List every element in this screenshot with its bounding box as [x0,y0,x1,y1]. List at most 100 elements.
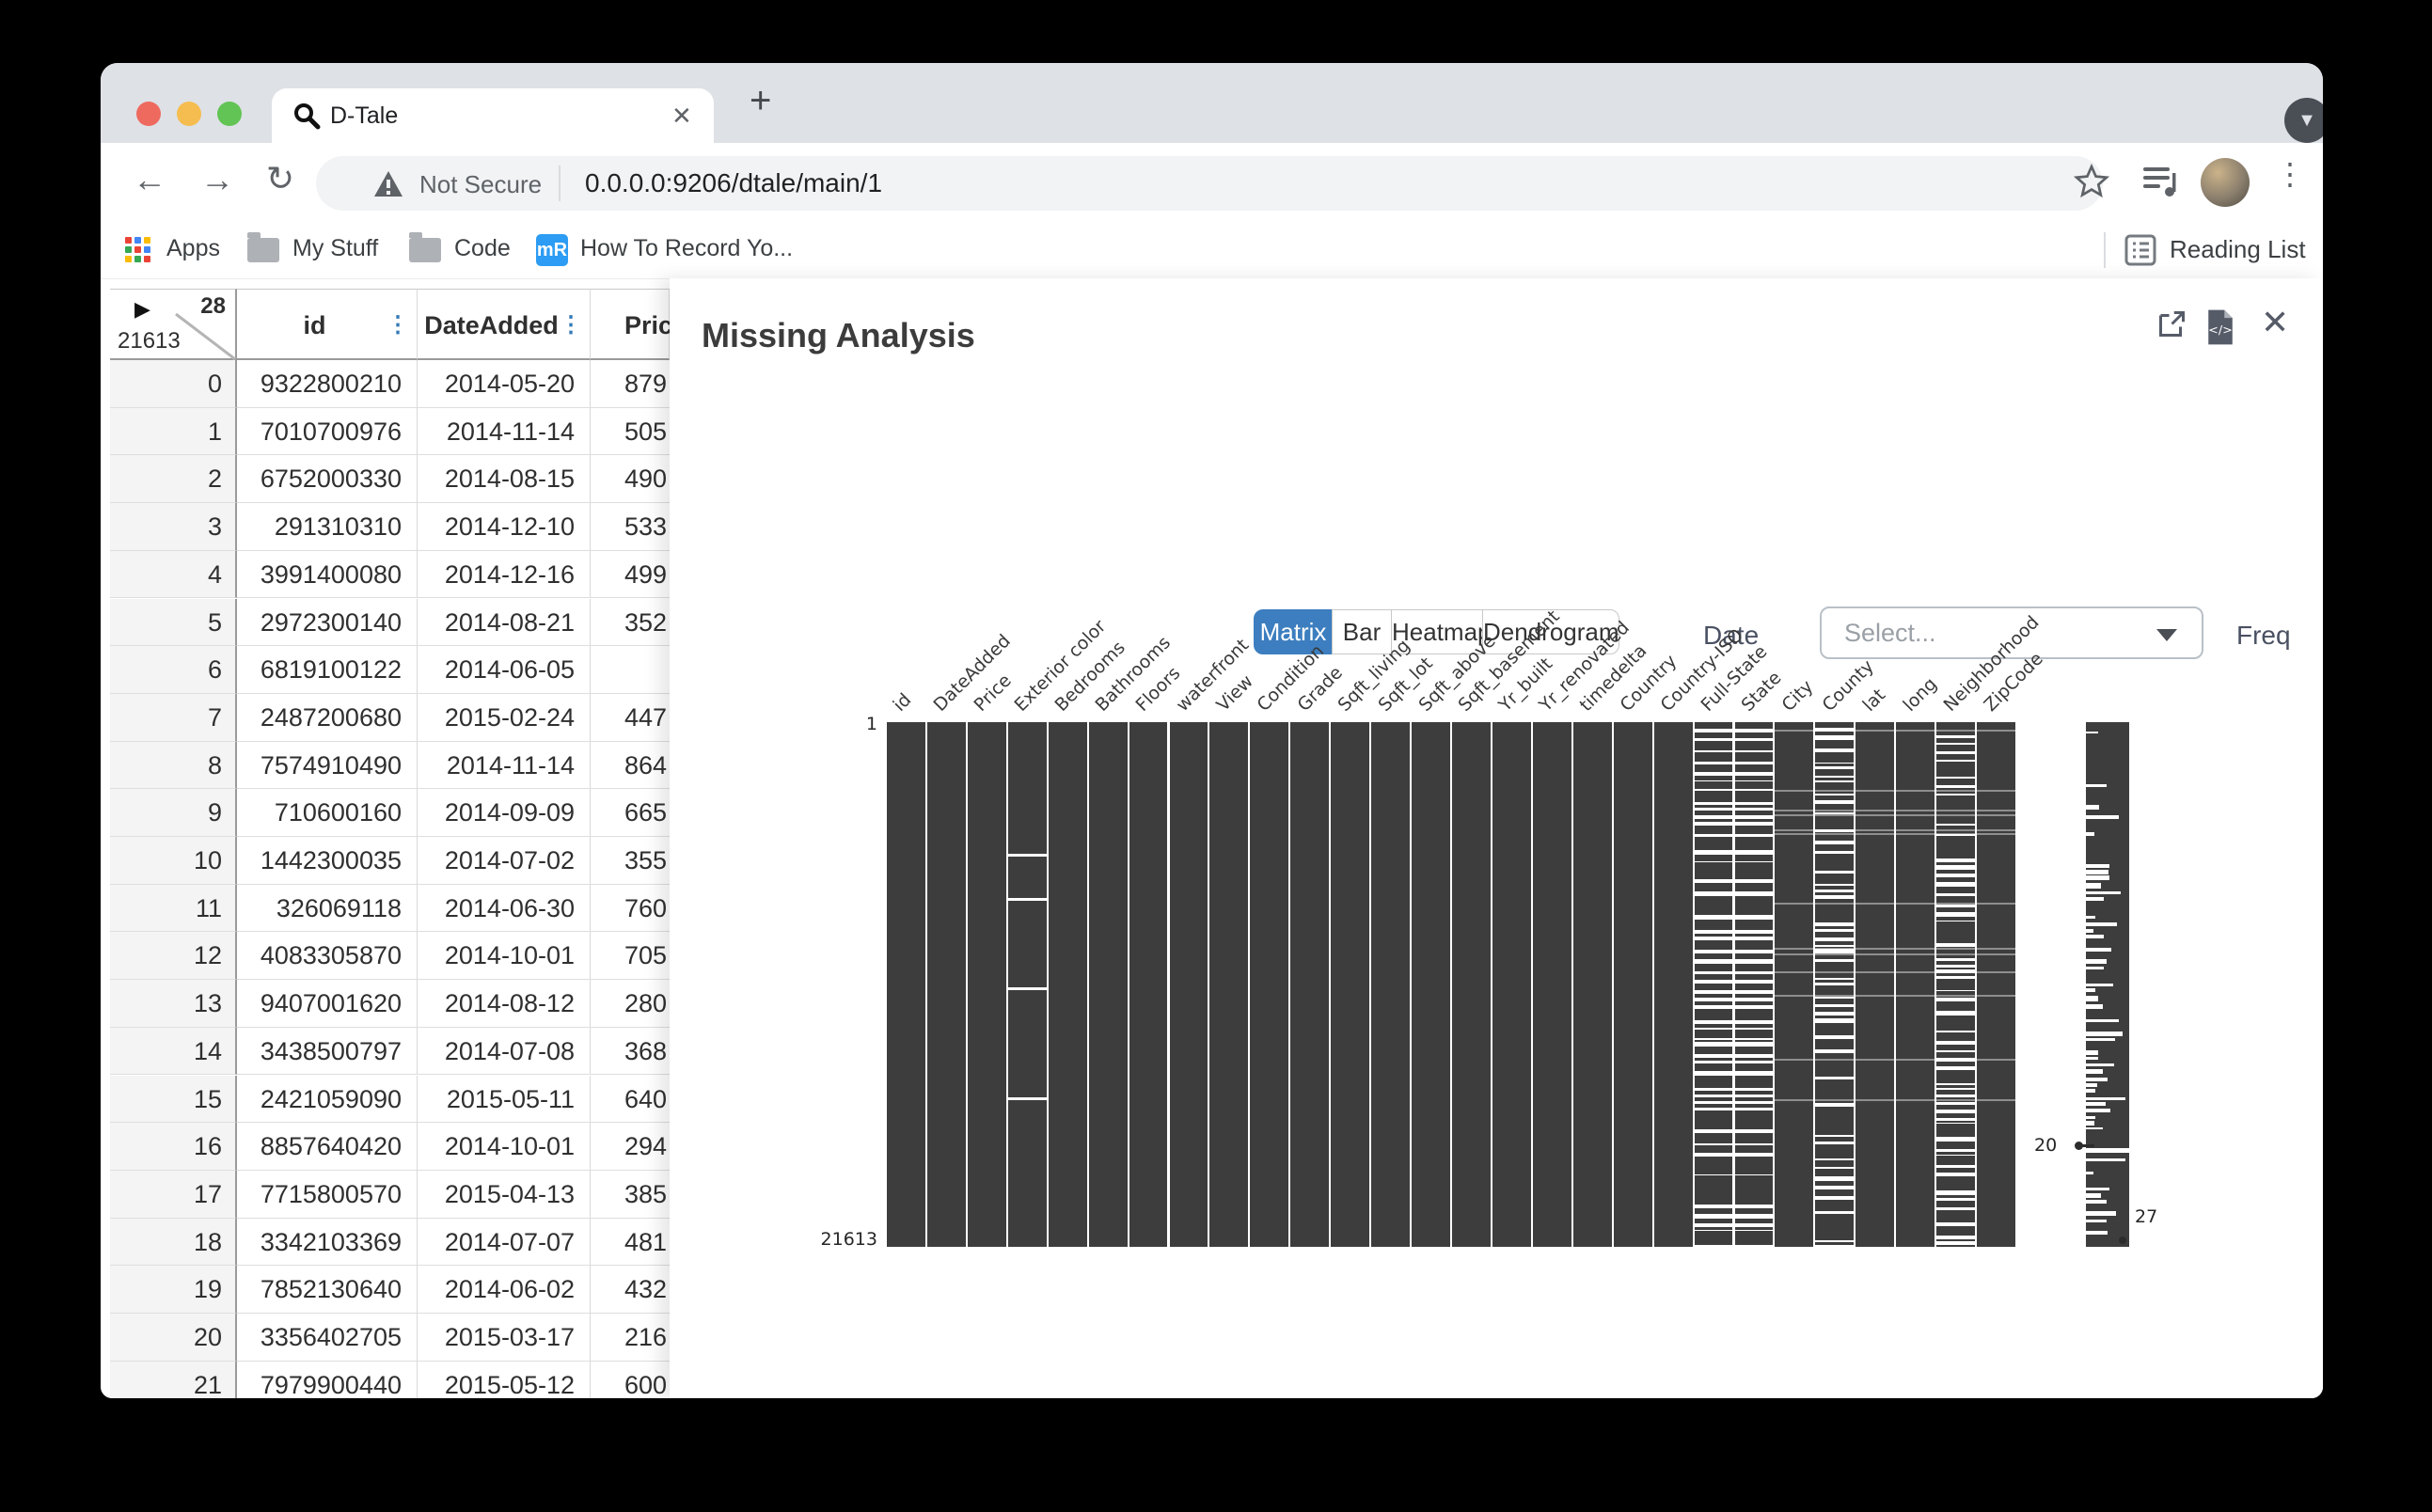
table-cell[interactable]: 600 [591,1362,670,1398]
table-cell[interactable]: 3438500797 [237,1028,418,1076]
table-cell[interactable]: 2014-11-14 [418,408,591,456]
table-cell[interactable]: 9322800210 [237,360,418,408]
table-cell[interactable]: 2014-12-10 [418,503,591,551]
table-cell[interactable]: 7979900440 [237,1362,418,1398]
table-cell[interactable]: 8857640420 [237,1123,418,1171]
open-in-new-icon[interactable] [2154,308,2187,342]
table-cell[interactable]: 2014-06-02 [418,1266,591,1314]
profile-avatar[interactable] [2201,158,2250,207]
column-menu-dots[interactable]: ⋮ [560,290,582,361]
table-cell[interactable]: 355 [591,837,670,885]
bookmark-apps[interactable]: Apps [166,235,220,262]
table-cell[interactable]: 447 [591,694,670,742]
table-cell[interactable]: 505 [591,408,670,456]
column-menu-dots[interactable]: ⋮ [387,290,409,361]
table-cell[interactable]: 640 [591,1076,670,1124]
table-cell[interactable]: 2015-05-12 [418,1362,591,1398]
browser-tab[interactable]: D-Tale ✕ [272,88,714,143]
table-cell[interactable]: 710600160 [237,789,418,837]
menu-kebab-icon[interactable]: ⋮ [2275,156,2305,192]
row-completeness-sparkline [2086,722,2129,1247]
table-cell[interactable]: 385 [591,1171,670,1219]
media-queue-icon[interactable] [2143,165,2181,197]
table-cell[interactable]: 368 [591,1028,670,1076]
reading-list-icon[interactable] [2124,234,2156,266]
table-cell[interactable]: 432 [591,1266,670,1314]
table-cell[interactable]: 7852130640 [237,1266,418,1314]
table-cell[interactable]: 760 [591,885,670,933]
table-cell[interactable]: 2014-10-01 [418,1123,591,1171]
table-cell[interactable]: 533 [591,503,670,551]
forward-icon[interactable]: → [200,160,234,199]
table-cell[interactable]: 6819100122 [237,646,418,694]
tab-bar[interactable]: Bar [1332,609,1392,654]
table-cell[interactable]: 7715800570 [237,1171,418,1219]
address-bar[interactable]: Not Secure 0.0.0.0:9206/dtale/main/1 [316,156,2103,211]
column-header-id[interactable]: id⋮ [237,289,418,360]
bookmark-my-stuff[interactable]: My Stuff [292,235,378,262]
column-header-Price[interactable]: Price [591,289,670,360]
table-cell[interactable]: 2014-07-07 [418,1219,591,1267]
traffic-light-close[interactable] [136,102,161,126]
table-cell[interactable]: 2015-02-24 [418,694,591,742]
table-cell[interactable]: 291310310 [237,503,418,551]
table-cell[interactable]: 2014-08-15 [418,455,591,503]
table-cell[interactable]: 2014-10-01 [418,932,591,980]
apps-grid-icon[interactable] [125,237,150,262]
table-cell[interactable]: 2014-08-21 [418,599,591,647]
table-cell[interactable]: 2015-05-11 [418,1076,591,1124]
table-cell[interactable]: 2015-04-13 [418,1171,591,1219]
table-cell[interactable]: 2014-06-05 [418,646,591,694]
table-cell[interactable]: 9407001620 [237,980,418,1028]
table-cell[interactable]: 352 [591,599,670,647]
table-cell[interactable]: 2972300140 [237,599,418,647]
table-cell[interactable]: 326069118 [237,885,418,933]
table-cell[interactable]: 499 [591,551,670,599]
table-cell[interactable]: 705 [591,932,670,980]
traffic-light-zoom[interactable] [217,102,242,126]
table-cell[interactable]: 2014-07-02 [418,837,591,885]
table-cell[interactable]: 2014-12-16 [418,551,591,599]
table-cell[interactable]: 2014-09-09 [418,789,591,837]
column-header-DateAdded[interactable]: DateAdded⋮ [418,289,591,360]
bookmark-how-to-record[interactable]: How To Record Yo... [580,235,793,262]
code-export-icon[interactable]: </> [2204,308,2236,346]
traffic-light-minimize[interactable] [177,102,201,126]
tab-search-icon[interactable]: ▼ [2284,98,2323,143]
table-cell[interactable]: 1442300035 [237,837,418,885]
table-cell[interactable]: 2014-07-08 [418,1028,591,1076]
table-cell[interactable]: 2421059090 [237,1076,418,1124]
table-cell[interactable] [591,646,670,694]
table-cell[interactable]: 294 [591,1123,670,1171]
table-cell[interactable]: 2014-06-30 [418,885,591,933]
table-cell[interactable]: 216 [591,1314,670,1362]
table-cell[interactable]: 2014-11-14 [418,742,591,790]
table-cell[interactable]: 7010700976 [237,408,418,456]
close-icon[interactable]: ✕ [2261,303,2289,342]
reading-list-label[interactable]: Reading List [2170,235,2306,264]
table-cell[interactable]: 490 [591,455,670,503]
new-tab-button[interactable]: + [750,80,771,122]
table-cell[interactable]: 481 [591,1219,670,1267]
table-cell[interactable]: 665 [591,789,670,837]
table-cell[interactable]: 2487200680 [237,694,418,742]
reload-icon[interactable]: ↻ [266,160,294,198]
bookmark-star-icon[interactable] [2074,164,2109,199]
table-cell[interactable]: 2014-08-12 [418,980,591,1028]
table-cell[interactable]: 2015-03-17 [418,1314,591,1362]
table-cell[interactable]: 6752000330 [237,455,418,503]
table-cell[interactable]: 7574910490 [237,742,418,790]
url-text[interactable]: 0.0.0.0:9206/dtale/main/1 [585,168,882,198]
table-cell[interactable]: 3342103369 [237,1219,418,1267]
table-cell[interactable]: 2014-05-20 [418,360,591,408]
back-icon[interactable]: ← [133,160,166,199]
table-cell[interactable]: 3991400080 [237,551,418,599]
table-cell[interactable]: 864 [591,742,670,790]
table-cell[interactable]: 3356402705 [237,1314,418,1362]
expand-grid-button[interactable]: ▶ [134,297,150,322]
table-cell[interactable]: 879 [591,360,670,408]
table-cell[interactable]: 4083305870 [237,932,418,980]
bookmark-code[interactable]: Code [454,235,511,262]
tab-close-icon[interactable]: ✕ [671,102,692,131]
table-cell[interactable]: 280 [591,980,670,1028]
